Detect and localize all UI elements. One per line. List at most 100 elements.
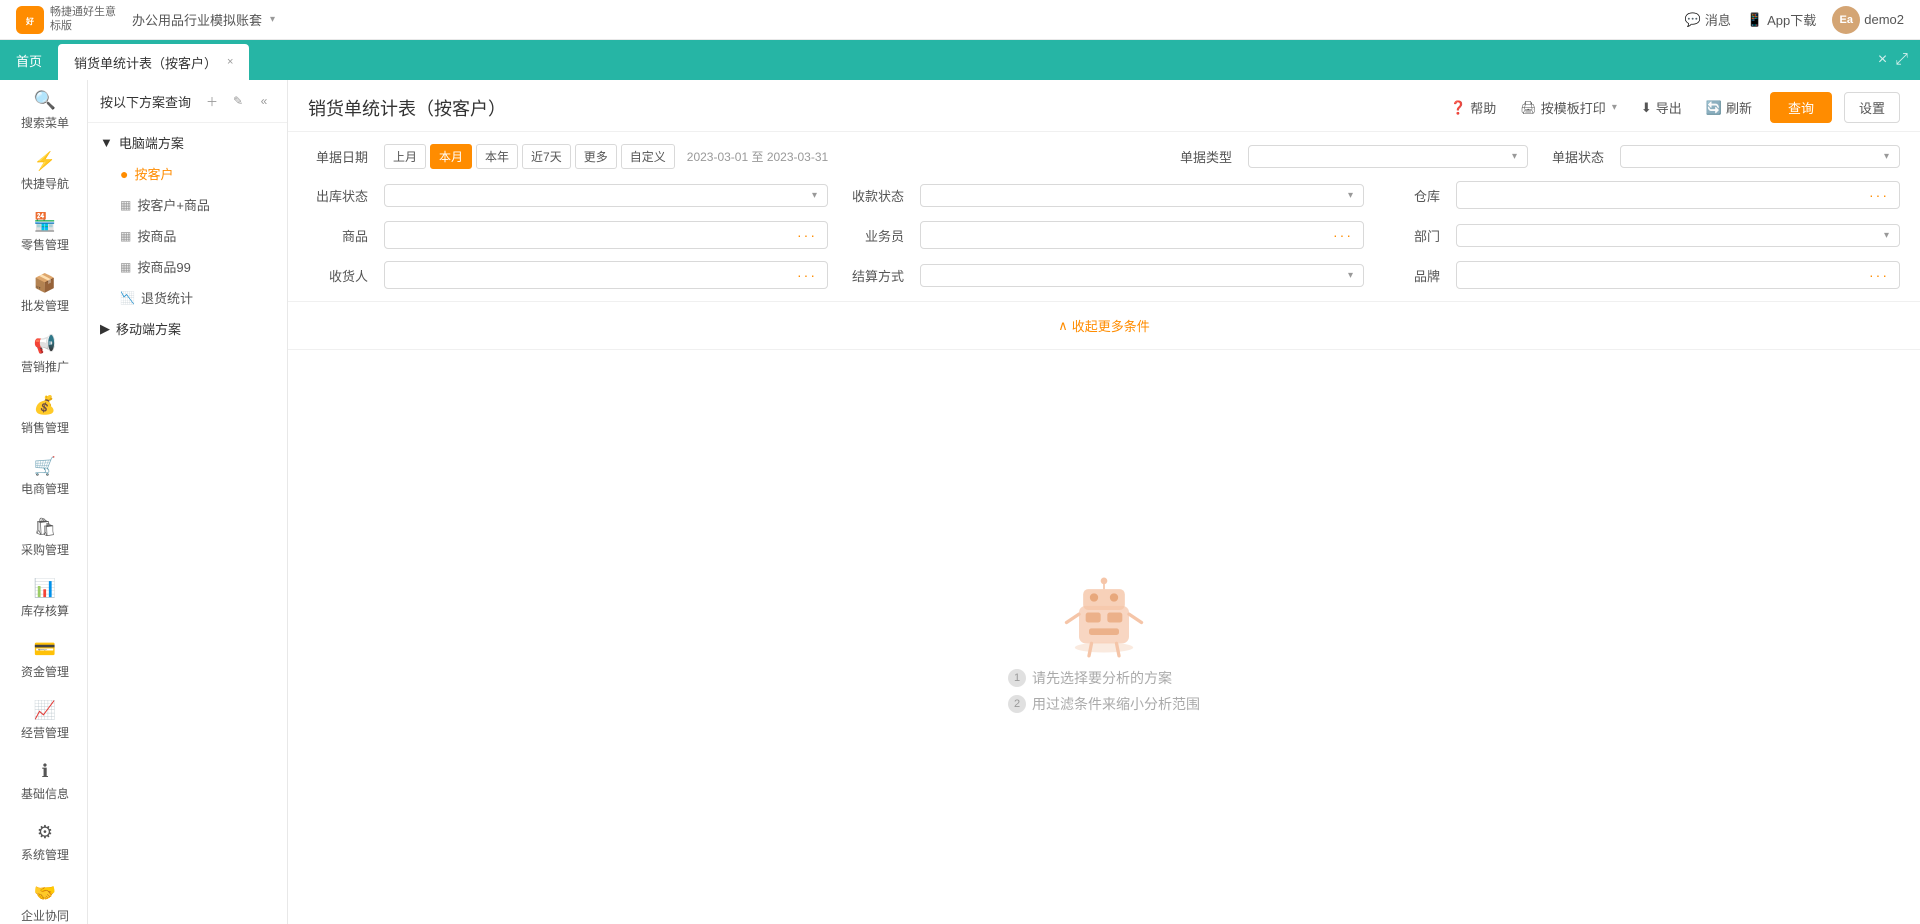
settlement-select[interactable]: ▾ bbox=[920, 264, 1364, 287]
tab-minimize-button[interactable]: × bbox=[1878, 51, 1887, 69]
scheme-item-by-product[interactable]: ▦ 按商品 bbox=[88, 220, 287, 251]
scheme-group-mobile[interactable]: ▶ 移动端方案 bbox=[88, 313, 287, 344]
product-dots[interactable]: ··· bbox=[797, 227, 817, 243]
sidebar-item-basic[interactable]: ℹ 基础信息 bbox=[0, 751, 87, 812]
print-button[interactable]: 🖨 按模板打印 ▾ bbox=[1514, 94, 1623, 121]
doc-type-select[interactable]: ▾ bbox=[1248, 145, 1528, 168]
scheme-panel-title: 按以下方案查询 bbox=[100, 92, 191, 111]
date-btn-last-month[interactable]: 上月 bbox=[384, 144, 426, 169]
doc-status-label: 单据状态 bbox=[1544, 147, 1604, 166]
salesperson-label: 业务员 bbox=[844, 226, 904, 245]
home-tab-label: 首页 bbox=[16, 51, 42, 70]
marketing-icon: 📢 bbox=[34, 334, 56, 355]
app-download-button[interactable]: 📱 App下载 bbox=[1747, 10, 1816, 29]
sidebar-purchase-label: 采购管理 bbox=[21, 541, 69, 558]
hint-text-1: 请先选择要分析的方案 bbox=[1032, 668, 1172, 688]
sidebar-item-system[interactable]: ⚙ 系统管理 bbox=[0, 812, 87, 873]
report-header: 销货单统计表（按客户） ❓ 帮助 🖨 按模板打印 ▾ ⬇ 导出 bbox=[288, 80, 1920, 132]
recipient-select[interactable]: ··· bbox=[384, 261, 828, 289]
download-icon: 📱 bbox=[1747, 12, 1763, 28]
scheme-collapse-button[interactable]: « bbox=[253, 90, 275, 112]
warehouse-select[interactable]: ··· bbox=[1456, 181, 1900, 209]
export-button[interactable]: ⬇ 导出 bbox=[1635, 94, 1688, 121]
warehouse-label: 仓库 bbox=[1380, 186, 1440, 205]
sidebar-item-retail[interactable]: 🏪 零售管理 bbox=[0, 202, 87, 263]
out-status-select[interactable]: ▾ bbox=[384, 184, 828, 207]
message-button[interactable]: 💬 消息 bbox=[1685, 10, 1731, 29]
query-button[interactable]: 查询 bbox=[1770, 92, 1832, 123]
settings-button[interactable]: 设置 bbox=[1844, 92, 1900, 123]
warehouse-dots[interactable]: ··· bbox=[1869, 187, 1889, 203]
sidebar-sales-label: 销售管理 bbox=[21, 419, 69, 436]
brand-select[interactable]: ··· bbox=[1456, 261, 1900, 289]
date-range: 2023-03-01 至 2023-03-31 bbox=[687, 148, 828, 165]
collapse-row: ∧ 收起更多条件 bbox=[288, 302, 1920, 350]
collapse-button[interactable]: ∧ 收起更多条件 bbox=[1038, 310, 1170, 341]
date-btn-custom[interactable]: 自定义 bbox=[621, 144, 675, 169]
date-btn-this-year[interactable]: 本年 bbox=[476, 144, 518, 169]
recipient-dots[interactable]: ··· bbox=[797, 267, 817, 283]
sales-icon: 💰 bbox=[34, 395, 56, 416]
tab-home[interactable]: 首页 bbox=[0, 40, 58, 80]
refresh-button[interactable]: 🔄 刷新 bbox=[1700, 94, 1758, 121]
sidebar-item-operation[interactable]: 📈 经营管理 bbox=[0, 690, 87, 751]
app-dropdown-arrow[interactable]: ▾ bbox=[270, 14, 275, 25]
department-select[interactable]: ▾ bbox=[1456, 224, 1900, 247]
receipt-status-select[interactable]: ▾ bbox=[920, 184, 1364, 207]
sidebar-item-sales[interactable]: 💰 销售管理 bbox=[0, 385, 87, 446]
sidebar-ecommerce-label: 电商管理 bbox=[21, 480, 69, 497]
by-customer-product-label: 按客户+商品 bbox=[137, 195, 210, 214]
hint-item-2: 2 用过滤条件来缩小分析范围 bbox=[1008, 694, 1200, 714]
receipt-status-arrow: ▾ bbox=[1348, 190, 1353, 201]
sidebar-item-search[interactable]: 🔍 搜索菜单 bbox=[0, 80, 87, 141]
sidebar-item-ecommerce[interactable]: 🛒 电商管理 bbox=[0, 446, 87, 507]
help-button[interactable]: ❓ 帮助 bbox=[1444, 94, 1502, 121]
settlement-arrow: ▾ bbox=[1348, 270, 1353, 281]
product-select[interactable]: ··· bbox=[384, 221, 828, 249]
sidebar-retail-label: 零售管理 bbox=[21, 236, 69, 253]
doc-status-select[interactable]: ▾ bbox=[1620, 145, 1900, 168]
top-bar: 好 畅捷通好生意 标版 办公用品行业模拟账套 ▾ 💬 消息 📱 App下载 Ea… bbox=[0, 0, 1920, 40]
scheme-item-by-customer-product[interactable]: ▦ 按客户+商品 bbox=[88, 189, 287, 220]
sidebar-item-cooperation[interactable]: 🤝 企业协同 bbox=[0, 873, 87, 924]
scheme-group-collapse-icon: ▼ bbox=[100, 135, 113, 150]
scheme-mobile-expand-icon: ▶ bbox=[100, 321, 110, 337]
sidebar-item-purchase[interactable]: 🛍 采购管理 bbox=[0, 507, 87, 568]
print-dropdown-arrow[interactable]: ▾ bbox=[1612, 102, 1617, 113]
filter-row-4: 收货人 ··· 结算方式 ▾ 品牌 ··· bbox=[308, 261, 1900, 289]
tab-maximize-button[interactable]: ⤢ bbox=[1895, 51, 1908, 69]
by-product99-icon: ▦ bbox=[120, 260, 131, 274]
brand-label: 品牌 bbox=[1380, 266, 1440, 285]
top-bar-left: 好 畅捷通好生意 标版 办公用品行业模拟账套 ▾ bbox=[16, 6, 275, 34]
scheme-add-button[interactable]: ＋ bbox=[201, 90, 223, 112]
scheme-group-desktop[interactable]: ▼ 电脑端方案 bbox=[88, 127, 287, 158]
receipt-status-label: 收款状态 bbox=[844, 186, 904, 205]
scheme-item-return-stats[interactable]: 📉 退货统计 bbox=[88, 282, 287, 313]
logo-icon: 好 bbox=[16, 6, 44, 34]
salesperson-select[interactable]: ··· bbox=[920, 221, 1364, 249]
help-icon: ❓ bbox=[1450, 100, 1466, 116]
date-btn-7days[interactable]: 近7天 bbox=[522, 144, 571, 169]
sidebar-item-quicknav[interactable]: ⚡ 快捷导航 bbox=[0, 141, 87, 202]
date-btn-more[interactable]: 更多 bbox=[575, 144, 617, 169]
sidebar-item-marketing[interactable]: 📢 营销推广 bbox=[0, 324, 87, 385]
sidebar-marketing-label: 营销推广 bbox=[21, 358, 69, 375]
tab-close-icon[interactable]: × bbox=[227, 56, 233, 68]
user-menu[interactable]: Ea demo2 bbox=[1832, 6, 1904, 34]
sidebar-item-wholesale[interactable]: 📦 批发管理 bbox=[0, 263, 87, 324]
salesperson-dots[interactable]: ··· bbox=[1333, 227, 1353, 243]
scheme-item-by-product99[interactable]: ▦ 按商品99 bbox=[88, 251, 287, 282]
date-btn-this-month[interactable]: 本月 bbox=[430, 144, 472, 169]
report-toolbar: ❓ 帮助 🖨 按模板打印 ▾ ⬇ 导出 🔄 刷新 bbox=[1444, 92, 1900, 123]
sidebar-item-finance[interactable]: 💳 资金管理 bbox=[0, 629, 87, 690]
tab-report[interactable]: 销货单统计表（按客户） × bbox=[58, 44, 249, 80]
sidebar-system-label: 系统管理 bbox=[21, 846, 69, 863]
out-status-label: 出库状态 bbox=[308, 186, 368, 205]
by-product-icon: ▦ bbox=[120, 229, 131, 243]
settlement-label: 结算方式 bbox=[844, 266, 904, 285]
scheme-item-by-customer[interactable]: ● 按客户 bbox=[88, 158, 287, 189]
sidebar-item-inventory[interactable]: 📊 库存核算 bbox=[0, 568, 87, 629]
scheme-edit-button[interactable]: ✎ bbox=[227, 90, 249, 112]
brand-dots[interactable]: ··· bbox=[1869, 267, 1889, 283]
empty-hint: 1 请先选择要分析的方案 2 用过滤条件来缩小分析范围 bbox=[1008, 668, 1200, 714]
